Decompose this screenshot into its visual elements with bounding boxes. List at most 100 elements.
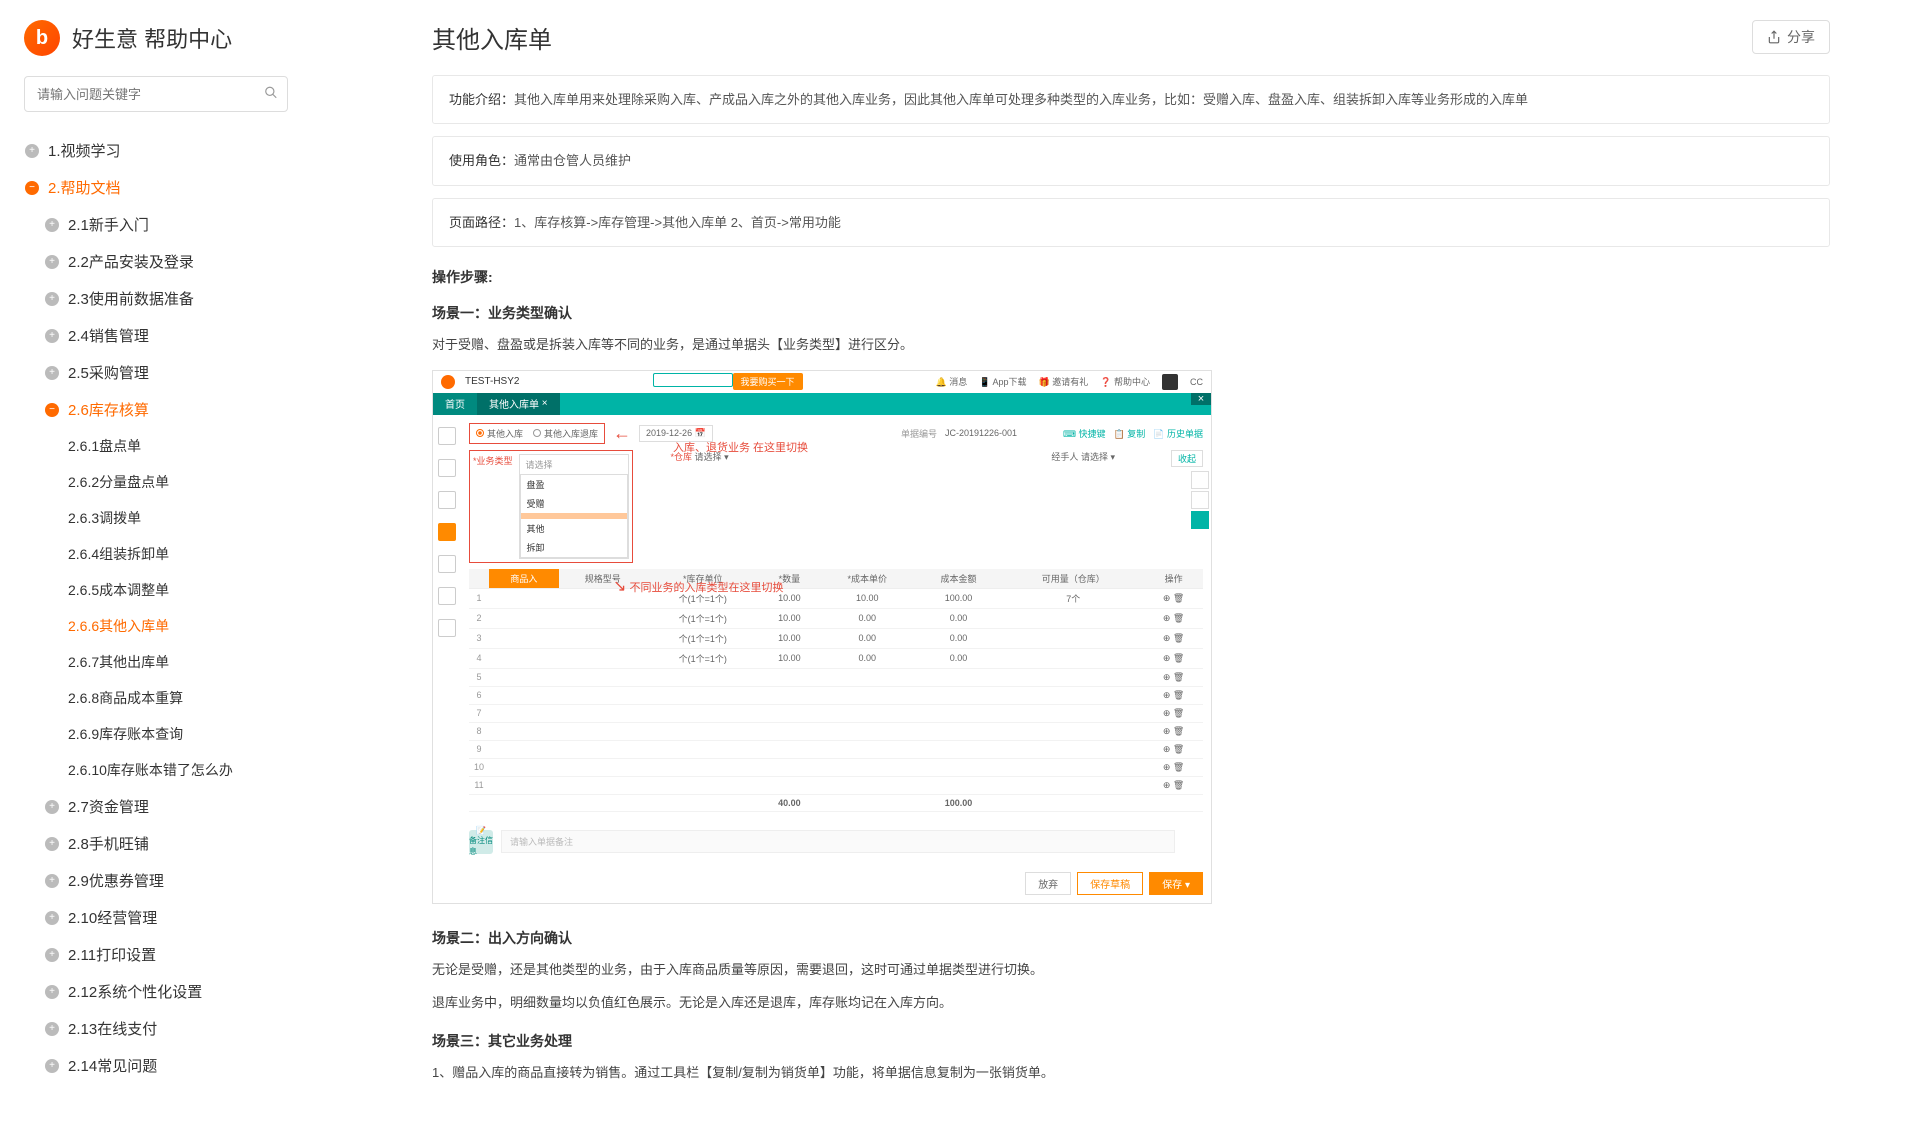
nav-sub-21[interactable]: +2.1新手入门 (24, 206, 288, 243)
nav-label: 2.6.4组装拆卸单 (68, 544, 169, 564)
mock-tabs: 首页 其他入库单 × × (433, 393, 1211, 415)
annotation-1: 入库、退货业务 在这里切换 (673, 439, 808, 455)
plus-icon: + (45, 366, 59, 380)
table-row: 8⊕ 🗑 (469, 722, 1203, 740)
nav-label: 2.帮助文档 (48, 177, 121, 198)
nav-sub-213[interactable]: +2.13在线支付 (24, 1010, 288, 1047)
nav-sub-24[interactable]: +2.4销售管理 (24, 317, 288, 354)
nav-leaf-268[interactable]: 2.6.8商品成本重算 (24, 680, 288, 716)
nav-leaf-265[interactable]: 2.6.5成本调整单 (24, 572, 288, 608)
scene1-title: 场景一：业务类型确认 (432, 303, 1830, 323)
nav-label: 2.6.7其他出库单 (68, 652, 169, 672)
scene2-text1: 无论是受赠，还是其他类型的业务，由于入库商品质量等原因，需要退回，这时可通过单据… (432, 958, 1830, 983)
nav-sub-212[interactable]: +2.12系统个性化设置 (24, 973, 288, 1010)
info-path: 页面路径：1、库存核算->库存管理->其他入库单 2、首页->常用功能 (432, 198, 1830, 247)
scene2-text2: 退库业务中，明细数量均以负值红色展示。无论是入库还是退库，库存账均记在入库方向。 (432, 991, 1830, 1016)
nav-sub-22[interactable]: +2.2产品安装及登录 (24, 243, 288, 280)
radio-label: 其他入库退库 (544, 427, 598, 440)
mock-collapse: 收起 (1171, 450, 1203, 467)
plus-icon: + (45, 218, 59, 232)
nav-sub-23[interactable]: +2.3使用前数据准备 (24, 280, 288, 317)
nav-label: 2.14常见问题 (68, 1055, 157, 1076)
info-label: 功能介绍： (449, 92, 514, 107)
mock-rail-icon (438, 555, 456, 573)
mock-avatar (1162, 374, 1178, 390)
plus-icon: + (45, 255, 59, 269)
plus-icon: + (45, 1022, 59, 1036)
steps-title: 操作步骤: (432, 267, 1830, 287)
nav-label: 2.7资金管理 (68, 796, 149, 817)
nav-label: 2.9优惠券管理 (68, 870, 164, 891)
nav-label: 2.6.6其他入库单 (68, 616, 169, 636)
mock-search (653, 373, 733, 387)
nav-item-docs[interactable]: −2.帮助文档 (24, 169, 288, 206)
table-row: 9⊕ 🗑 (469, 740, 1203, 758)
mock-app: 📱 App下载 (979, 375, 1026, 388)
mock-right-rail (1191, 471, 1211, 531)
table-row: 7⊕ 🗑 (469, 704, 1203, 722)
rail-icon (1191, 491, 1209, 509)
info-label: 使用角色： (449, 153, 514, 168)
nav-label: 2.6.10库存账本错了怎么办 (68, 760, 233, 780)
nav-label: 2.6.3调拨单 (68, 508, 141, 528)
mock-docno-label: 单据编号 (901, 427, 937, 440)
mock-screenshot: TEST-HSY2 我要购买一下 🔔 消息 📱 App下载 🎁 邀请有礼 ❓ 帮… (432, 370, 1212, 904)
table-row: 5⊕ 🗑 (469, 668, 1203, 686)
nav-leaf-262[interactable]: 2.6.2分量盘点单 (24, 464, 288, 500)
share-button[interactable]: 分享 (1752, 20, 1830, 54)
table-row: 1个(1个=1个)10.0010.00100.007个⊕ 🗑 (469, 588, 1203, 608)
nav-label: 2.3使用前数据准备 (68, 288, 194, 309)
mock-user: CC (1190, 377, 1203, 387)
nav-item-video[interactable]: +1.视频学习 (24, 132, 288, 169)
plus-icon: + (45, 837, 59, 851)
mock-topbar: TEST-HSY2 我要购买一下 🔔 消息 📱 App下载 🎁 邀请有礼 ❓ 帮… (433, 371, 1211, 393)
dd-opt: 其他 (521, 519, 627, 538)
mock-side-rail (433, 415, 461, 637)
plus-icon: + (45, 948, 59, 962)
nav-sub-25[interactable]: +2.5采购管理 (24, 354, 288, 391)
table-row: 2个(1个=1个)10.000.000.00⊕ 🗑 (469, 608, 1203, 628)
nav-label: 2.6库存核算 (68, 399, 149, 420)
nav-leaf-266[interactable]: 2.6.6其他入库单 (24, 608, 288, 644)
nav-leaf-263[interactable]: 2.6.3调拨单 (24, 500, 288, 536)
brand-title: 好生意 帮助中心 (72, 22, 232, 54)
scene3-title: 场景三：其它业务处理 (432, 1031, 1830, 1051)
table-row: 6⊕ 🗑 (469, 686, 1203, 704)
nav-leaf-267[interactable]: 2.6.7其他出库单 (24, 644, 288, 680)
info-text: 其他入库单用来处理除采购入库、产成品入库之外的其他入库业务，因此其他入库单可处理… (514, 92, 1528, 107)
minus-icon: − (45, 403, 59, 417)
plus-icon: + (45, 911, 59, 925)
memo-input: 请输入单据备注 (501, 830, 1175, 853)
search-box (24, 76, 288, 112)
nav-sub-214[interactable]: +2.14常见问题 (24, 1047, 288, 1084)
mock-rail-icon (438, 427, 456, 445)
nav-sub-28[interactable]: +2.8手机旺铺 (24, 825, 288, 862)
nav-leaf-2610[interactable]: 2.6.10库存账本错了怎么办 (24, 752, 288, 788)
nav-label: 2.6.5成本调整单 (68, 580, 169, 600)
minus-icon: − (25, 181, 39, 195)
nav-leaf-269[interactable]: 2.6.9库存账本查询 (24, 716, 288, 752)
search-icon[interactable] (264, 86, 278, 103)
nav-sub-27[interactable]: +2.7资金管理 (24, 788, 288, 825)
nav-sub-29[interactable]: +2.9优惠券管理 (24, 862, 288, 899)
nav-label: 2.13在线支付 (68, 1018, 157, 1039)
info-text: 通常由仓管人员维护 (514, 153, 631, 168)
nav-sub-26[interactable]: −2.6库存核算 (24, 391, 288, 428)
mock-rail-icon (438, 619, 456, 637)
table-row: 11⊕ 🗑 (469, 776, 1203, 794)
nav-leaf-264[interactable]: 2.6.4组装拆卸单 (24, 536, 288, 572)
nav-label: 2.11打印设置 (68, 944, 156, 965)
brand-row: b 好生意 帮助中心 (24, 20, 288, 56)
nav-sub-211[interactable]: +2.11打印设置 (24, 936, 288, 973)
mock-footer: 放弃 保存草稿 保存 ▾ (433, 864, 1211, 903)
nav-label: 2.4销售管理 (68, 325, 149, 346)
plus-icon: + (45, 874, 59, 888)
share-label: 分享 (1787, 27, 1815, 47)
search-input[interactable] (24, 76, 288, 112)
info-intro: 功能介绍：其他入库单用来处理除采购入库、产成品入库之外的其他入库业务，因此其他入… (432, 75, 1830, 124)
mock-msg: 🔔 消息 (936, 375, 968, 388)
mock-invite: 🎁 邀请有礼 (1039, 375, 1089, 388)
nav-leaf-261[interactable]: 2.6.1盘点单 (24, 428, 288, 464)
page-title: 其他入库单 (432, 20, 552, 55)
nav-sub-210[interactable]: +2.10经营管理 (24, 899, 288, 936)
